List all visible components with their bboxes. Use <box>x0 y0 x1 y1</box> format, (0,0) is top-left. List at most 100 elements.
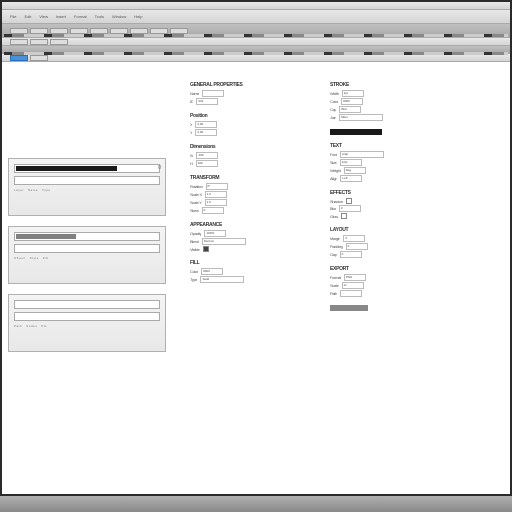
panel-field[interactable] <box>14 244 160 253</box>
toolbar-button[interactable] <box>170 28 188 34</box>
property-group-header: APPEARANCE <box>190 222 298 228</box>
property-label: Width <box>330 91 339 96</box>
secondary-toolbar[interactable] <box>2 54 510 62</box>
property-row: Width1pt <box>330 90 438 97</box>
property-input[interactable]: 1x <box>342 282 364 289</box>
property-input[interactable]: #000 <box>341 98 363 105</box>
left-sidebar: LayerNameType0 ObjectStyleFill PathNodesPt… <box>2 74 172 494</box>
menu-bar[interactable]: File Edit View Insert Format Tools Window Help <box>2 10 510 24</box>
toolbar-button[interactable] <box>50 28 68 34</box>
menu-item[interactable]: Insert <box>56 14 66 19</box>
property-group: TRANSFORMRotation0°Scale X1.0Scale Y1.0S… <box>190 175 298 214</box>
property-input[interactable]: 1pt <box>342 90 364 97</box>
property-checkbox[interactable] <box>341 213 347 219</box>
property-input[interactable]: 0 <box>343 235 365 242</box>
property-row: Name <box>190 90 298 97</box>
menu-item[interactable]: Format <box>74 14 87 19</box>
property-input[interactable]: … <box>340 290 362 297</box>
property-label: Glow <box>330 214 338 219</box>
property-row <box>330 305 438 311</box>
property-label: Rotation <box>190 184 203 189</box>
property-input[interactable]: 0.00 <box>195 121 217 128</box>
property-input[interactable]: 1.0 <box>205 191 227 198</box>
property-label: Weight <box>330 168 341 173</box>
property-input[interactable]: 0° <box>206 183 228 190</box>
layer-panel[interactable]: PathNodesPts <box>8 294 166 352</box>
property-checkbox[interactable] <box>346 198 352 204</box>
property-group: LAYOUTMargin0Padding0Gap0 <box>330 227 438 258</box>
property-input[interactable]: 001 <box>196 98 218 105</box>
property-label: Scale <box>330 283 339 288</box>
property-row: TypeSolid <box>190 276 298 283</box>
property-label: Path <box>330 291 337 296</box>
property-input[interactable]: 0 <box>202 207 224 214</box>
property-input[interactable]: 0 <box>339 205 361 212</box>
property-input[interactable]: 100% <box>204 230 226 237</box>
toolbar-button[interactable] <box>10 39 28 45</box>
toolbar-button[interactable] <box>30 55 48 61</box>
bezel-bottom <box>0 494 512 512</box>
toolbar-button-active[interactable] <box>10 55 28 61</box>
property-group-header: LAYOUT <box>330 227 438 233</box>
toolbar-button[interactable] <box>30 28 48 34</box>
property-label: Padding <box>330 244 343 249</box>
menu-item[interactable]: Tools <box>95 14 104 19</box>
properties-column-left: GENERAL PROPERTIESNameID001PositionX0.00… <box>190 82 298 494</box>
property-input[interactable]: 0.00 <box>195 129 217 136</box>
property-row: Color#000 <box>190 268 298 275</box>
property-label: H <box>190 161 193 166</box>
toolbar-button[interactable] <box>90 28 108 34</box>
toolbar-button[interactable] <box>10 28 28 34</box>
property-input[interactable]: Miter <box>339 114 383 121</box>
property-row: Blur0 <box>330 205 438 212</box>
menu-item[interactable]: File <box>10 14 16 19</box>
menu-item[interactable]: Edit <box>24 14 31 19</box>
options-bar[interactable] <box>2 38 510 46</box>
property-input[interactable]: Arial <box>340 151 384 158</box>
toolbar-button[interactable] <box>70 28 88 34</box>
property-input[interactable]: 0 <box>346 243 368 250</box>
property-input[interactable]: #000 <box>201 268 223 275</box>
panel-field[interactable] <box>14 312 160 321</box>
panel-sublabel: Pts <box>41 324 47 328</box>
toolbar-button[interactable] <box>130 28 148 34</box>
property-row: Size12pt <box>330 159 438 166</box>
property-input[interactable]: 0 <box>340 251 362 258</box>
property-label: Type <box>190 277 197 282</box>
toolbar-button[interactable] <box>110 28 128 34</box>
property-input[interactable]: 100 <box>196 152 218 159</box>
property-input[interactable]: Butt <box>339 106 361 113</box>
property-input[interactable]: Left <box>340 175 362 182</box>
panel-field[interactable] <box>14 176 160 185</box>
menu-item[interactable]: View <box>39 14 48 19</box>
property-input[interactable] <box>202 90 224 97</box>
property-row: Shadow <box>330 198 438 204</box>
property-input[interactable]: PNG <box>344 274 366 281</box>
layer-panel[interactable]: ObjectStyleFill <box>8 226 166 284</box>
property-input[interactable]: 1.0 <box>205 199 227 206</box>
property-group: APPEARANCEOpacity100%BlendNormalVisible <box>190 222 298 252</box>
property-input[interactable]: 100 <box>196 160 218 167</box>
panel-field[interactable] <box>14 232 160 241</box>
panel-field[interactable] <box>14 300 160 309</box>
property-input[interactable]: Reg <box>344 167 366 174</box>
property-row: Margin0 <box>330 235 438 242</box>
property-label: W <box>190 153 193 158</box>
property-checkbox[interactable] <box>203 246 209 252</box>
toolbar-button[interactable] <box>30 39 48 45</box>
property-label: Format <box>330 275 341 280</box>
property-label: Visible <box>190 247 200 252</box>
property-row: Glow <box>330 213 438 219</box>
menu-item[interactable]: Window <box>112 14 126 19</box>
property-row: H100 <box>190 160 298 167</box>
property-group: FILLColor#000TypeSolid <box>190 260 298 283</box>
menu-item[interactable]: Help <box>134 14 142 19</box>
property-input[interactable]: 12pt <box>340 159 362 166</box>
property-group-header: Position <box>190 113 298 119</box>
property-input[interactable]: Solid <box>200 276 244 283</box>
toolbar-button[interactable] <box>150 28 168 34</box>
layer-panel[interactable]: LayerNameType0 <box>8 158 166 216</box>
toolbar-button[interactable] <box>50 39 68 45</box>
property-input[interactable]: Normal <box>202 238 246 245</box>
panel-field[interactable] <box>14 164 160 173</box>
